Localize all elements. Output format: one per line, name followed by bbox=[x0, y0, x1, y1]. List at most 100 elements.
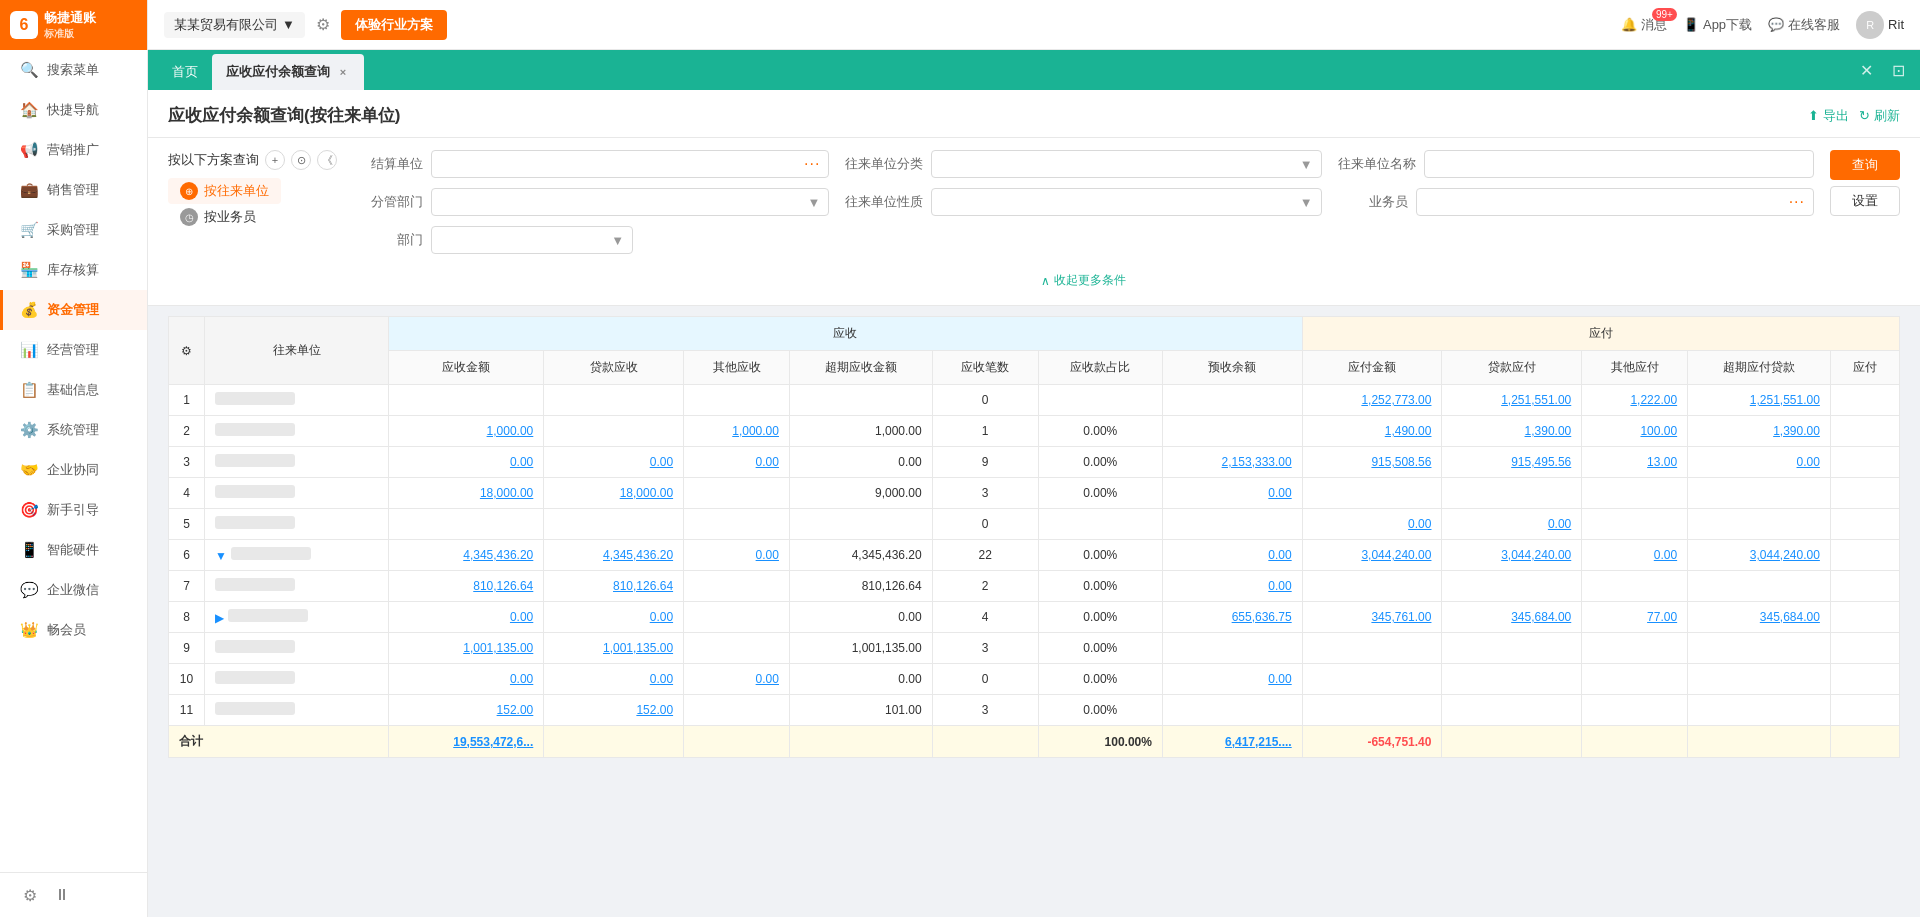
table-cell[interactable] bbox=[684, 509, 790, 540]
sidebar-item-management[interactable]: 📊 经营管理 bbox=[0, 330, 147, 370]
table-cell[interactable]: 100.00 bbox=[1582, 416, 1688, 447]
table-cell[interactable] bbox=[1582, 478, 1688, 509]
table-cell[interactable]: 345,684.00 bbox=[1688, 602, 1831, 633]
table-cell[interactable]: 0.00 bbox=[389, 664, 544, 695]
table-settings-icon[interactable]: ⚙ bbox=[181, 344, 192, 358]
table-cell[interactable] bbox=[1302, 664, 1442, 695]
table-cell[interactable]: 1,000.00 bbox=[389, 416, 544, 447]
online-service-btn[interactable]: 💬 在线客服 bbox=[1768, 16, 1840, 34]
tab-ar-ap-query[interactable]: 应收应付余额查询 × bbox=[212, 54, 364, 90]
table-cell[interactable] bbox=[389, 509, 544, 540]
sidebar-item-search-menu[interactable]: 🔍 搜索菜单 bbox=[0, 50, 147, 90]
table-cell[interactable] bbox=[1442, 695, 1582, 726]
table-cell[interactable]: 1,000.00 bbox=[684, 416, 790, 447]
table-cell[interactable] bbox=[544, 509, 684, 540]
filter-option-by-salesperson[interactable]: ◷ 按业务员 bbox=[168, 204, 268, 230]
table-cell[interactable] bbox=[1688, 571, 1831, 602]
table-cell[interactable]: 655,636.75 bbox=[1162, 602, 1302, 633]
message-btn[interactable]: 🔔 消息 99+ bbox=[1621, 16, 1667, 34]
table-cell[interactable] bbox=[1688, 633, 1831, 664]
table-cell[interactable]: 0.00 bbox=[389, 447, 544, 478]
table-cell[interactable]: 0.00 bbox=[1162, 478, 1302, 509]
table-cell[interactable]: 1,251,551.00 bbox=[1688, 385, 1831, 416]
table-cell[interactable]: 1,390.00 bbox=[1442, 416, 1582, 447]
partner-nature-select[interactable]: ▼ bbox=[931, 188, 1321, 216]
sidebar-item-guide[interactable]: 🎯 新手引导 bbox=[0, 490, 147, 530]
close-window-btn[interactable]: ✕ bbox=[1854, 58, 1878, 82]
sidebar-item-hardware[interactable]: 📱 智能硬件 bbox=[0, 530, 147, 570]
table-cell[interactable]: 18,000.00 bbox=[544, 478, 684, 509]
table-cell[interactable] bbox=[684, 571, 790, 602]
table-cell[interactable]: 0.00 bbox=[1302, 509, 1442, 540]
table-cell[interactable] bbox=[1688, 509, 1831, 540]
table-cell[interactable]: 4,345,436.20 bbox=[544, 540, 684, 571]
filter-collapse-btn[interactable]: 《 bbox=[317, 150, 337, 170]
sidebar-item-basic-info[interactable]: 📋 基础信息 bbox=[0, 370, 147, 410]
partner-category-select[interactable]: ▼ bbox=[931, 150, 1321, 178]
table-cell[interactable] bbox=[1162, 633, 1302, 664]
sidebar-item-wechat[interactable]: 💬 企业微信 bbox=[0, 570, 147, 610]
sidebar-item-inventory[interactable]: 🏪 库存核算 bbox=[0, 250, 147, 290]
table-cell[interactable]: 2,153,333.00 bbox=[1162, 447, 1302, 478]
settings-button[interactable]: 设置 bbox=[1830, 186, 1900, 216]
table-cell[interactable] bbox=[1582, 571, 1688, 602]
sidebar-item-enterprise[interactable]: 🤝 企业协同 bbox=[0, 450, 147, 490]
collapse-more-conditions-btn[interactable]: ∧ 收起更多条件 bbox=[1029, 268, 1138, 293]
table-cell[interactable]: 0.00 bbox=[544, 447, 684, 478]
table-cell[interactable]: 152.00 bbox=[389, 695, 544, 726]
table-cell[interactable]: 915,495.56 bbox=[1442, 447, 1582, 478]
query-button[interactable]: 查询 bbox=[1830, 150, 1900, 180]
refresh-btn[interactable]: ↻ 刷新 bbox=[1859, 107, 1900, 125]
table-cell[interactable]: 0.00 bbox=[1582, 540, 1688, 571]
table-cell[interactable] bbox=[684, 478, 790, 509]
table-cell[interactable]: 1,252,773.00 bbox=[1302, 385, 1442, 416]
table-cell[interactable]: 0.00 bbox=[389, 602, 544, 633]
total-ar[interactable]: 19,553,472,6... bbox=[389, 726, 544, 758]
export-btn[interactable]: ⬆ 导出 bbox=[1808, 107, 1849, 125]
sidebar-item-marketing[interactable]: 📢 营销推广 bbox=[0, 130, 147, 170]
table-cell[interactable] bbox=[1582, 664, 1688, 695]
table-cell[interactable]: 1,390.00 bbox=[1688, 416, 1831, 447]
table-cell[interactable] bbox=[389, 385, 544, 416]
table-cell[interactable] bbox=[1442, 571, 1582, 602]
table-cell[interactable] bbox=[1442, 478, 1582, 509]
table-cell[interactable]: 0.00 bbox=[1162, 571, 1302, 602]
table-cell[interactable]: 345,761.00 bbox=[1302, 602, 1442, 633]
table-cell[interactable]: 0.00 bbox=[1442, 509, 1582, 540]
table-cell[interactable] bbox=[1582, 695, 1688, 726]
table-cell[interactable]: 3,044,240.00 bbox=[1688, 540, 1831, 571]
add-filter-btn[interactable]: + bbox=[265, 150, 285, 170]
sidebar-item-member[interactable]: 👑 畅会员 bbox=[0, 610, 147, 650]
table-cell[interactable] bbox=[544, 416, 684, 447]
table-cell[interactable] bbox=[1162, 416, 1302, 447]
sidebar-item-system[interactable]: ⚙️ 系统管理 bbox=[0, 410, 147, 450]
sidebar-item-finance[interactable]: 💰 资金管理 bbox=[0, 290, 147, 330]
table-cell[interactable]: 3,044,240.00 bbox=[1442, 540, 1582, 571]
table-cell[interactable]: 1,222.00 bbox=[1582, 385, 1688, 416]
table-cell[interactable] bbox=[544, 385, 684, 416]
table-cell[interactable] bbox=[684, 602, 790, 633]
table-cell[interactable]: 810,126.64 bbox=[389, 571, 544, 602]
table-cell[interactable] bbox=[1162, 385, 1302, 416]
table-cell[interactable]: 18,000.00 bbox=[389, 478, 544, 509]
table-cell[interactable]: 0.00 bbox=[684, 447, 790, 478]
filter-settings-btn[interactable]: ⊙ bbox=[291, 150, 311, 170]
table-cell[interactable]: 915,508.56 bbox=[1302, 447, 1442, 478]
table-cell[interactable] bbox=[1688, 478, 1831, 509]
table-cell[interactable] bbox=[1302, 478, 1442, 509]
table-cell[interactable]: 0.00 bbox=[544, 602, 684, 633]
salesperson-input[interactable]: ··· bbox=[1416, 188, 1814, 216]
table-cell[interactable] bbox=[1302, 633, 1442, 664]
sidebar-item-quick-nav[interactable]: 🏠 快捷导航 bbox=[0, 90, 147, 130]
filter-option-by-partner[interactable]: ⊕ 按往来单位 bbox=[168, 178, 281, 204]
table-cell[interactable] bbox=[1688, 695, 1831, 726]
table-cell[interactable] bbox=[1302, 571, 1442, 602]
table-cell[interactable]: 0.00 bbox=[1162, 664, 1302, 695]
settlement-unit-input[interactable]: ··· bbox=[431, 150, 829, 178]
app-download-btn[interactable]: 📱 App下载 bbox=[1683, 16, 1752, 34]
table-cell[interactable] bbox=[684, 633, 790, 664]
table-cell[interactable]: 152.00 bbox=[544, 695, 684, 726]
sidebar-item-sales[interactable]: 💼 销售管理 bbox=[0, 170, 147, 210]
collapse-sidebar-btn[interactable]: ⏸ bbox=[48, 881, 76, 909]
table-cell[interactable]: 0.00 bbox=[684, 664, 790, 695]
